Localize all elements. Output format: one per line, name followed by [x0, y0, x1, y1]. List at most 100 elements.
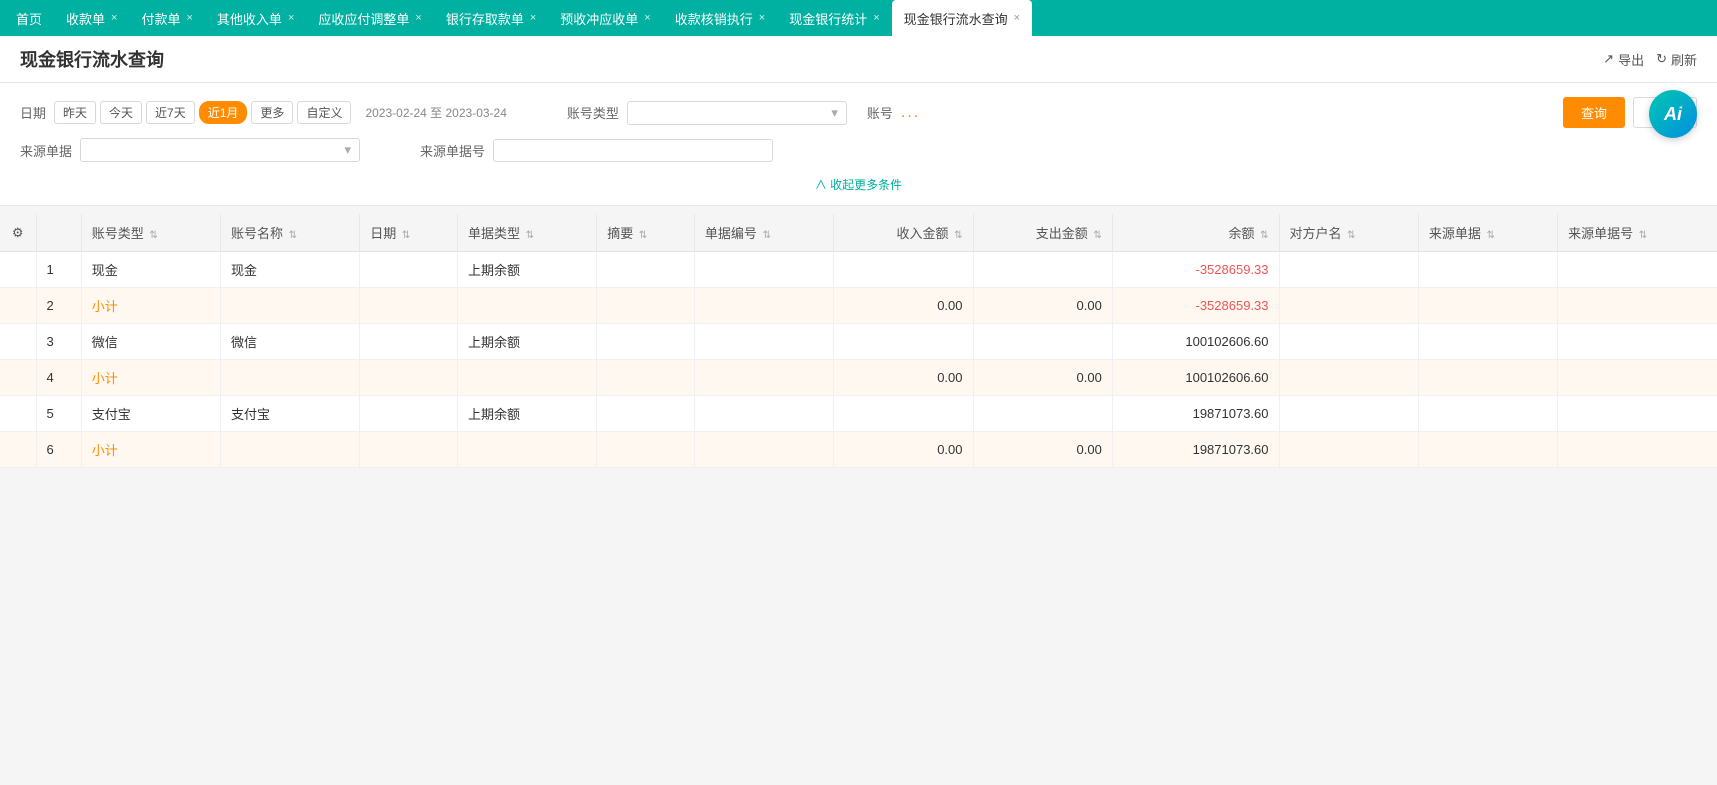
- collapse-bar[interactable]: ∧ 收起更多条件: [20, 172, 1697, 195]
- sort-summary-icon: ⇅: [639, 230, 647, 241]
- close-bank-flow-icon[interactable]: ×: [1014, 12, 1020, 24]
- cell-income: 0.00: [834, 360, 973, 396]
- cell-expense: 0.00: [973, 432, 1112, 468]
- filter-row-1: 日期 昨天 今天 近7天 近1月 更多 自定义 2023-02-24 至 202…: [20, 97, 1697, 128]
- account-dots-button[interactable]: ...: [901, 104, 920, 122]
- cell-doc-no: [694, 432, 833, 468]
- th-account-type[interactable]: 账号类型 ⇅: [81, 214, 220, 252]
- sort-account-name-icon: ⇅: [289, 230, 297, 241]
- close-payments-icon[interactable]: ×: [186, 12, 192, 24]
- cell-doc-type: 上期余额: [457, 396, 596, 432]
- close-receivable-adjust-icon[interactable]: ×: [415, 12, 421, 24]
- cell-doc-type: [457, 360, 596, 396]
- th-source-doc[interactable]: 来源单据 ⇅: [1418, 214, 1557, 252]
- th-income[interactable]: 收入金额 ⇅: [834, 214, 973, 252]
- cell-source-doc-no: [1558, 360, 1717, 396]
- date-btn-yesterday[interactable]: 昨天: [54, 101, 96, 124]
- sort-date-icon: ⇅: [402, 230, 410, 241]
- cell-idx: 2: [36, 288, 81, 324]
- table-row: 2 小计 0.00 0.00 -3528659.33: [0, 288, 1717, 324]
- sort-counterpart-icon: ⇅: [1347, 230, 1355, 241]
- cell-doc-type: [457, 288, 596, 324]
- nav-other-income[interactable]: 其他收入单 ×: [205, 0, 306, 36]
- account-label: 账号: [867, 103, 893, 122]
- cell-account-name: 现金: [220, 252, 359, 288]
- close-collection-verify-icon[interactable]: ×: [759, 12, 765, 24]
- cell-balance: 100102606.60: [1112, 324, 1279, 360]
- sort-balance-icon: ⇅: [1260, 230, 1268, 241]
- nav-payments[interactable]: 付款单 ×: [129, 0, 204, 36]
- date-btn-7days[interactable]: 近7天: [146, 101, 195, 124]
- nav-bank-deposit[interactable]: 银行存取款单 ×: [434, 0, 548, 36]
- cell-doc-type: 上期余额: [457, 324, 596, 360]
- nav-bank-stats[interactable]: 现金银行统计 ×: [777, 0, 891, 36]
- close-bank-stats-icon[interactable]: ×: [873, 12, 879, 24]
- cell-date: [360, 324, 458, 360]
- cell-account-type: 小计: [81, 360, 220, 396]
- cell-gear: [0, 252, 36, 288]
- date-filter-group: 日期 昨天 今天 近7天 近1月 更多 自定义 2023-02-24 至 202…: [20, 101, 507, 124]
- refresh-button[interactable]: ↻ 刷新: [1656, 50, 1697, 69]
- date-buttons: 昨天 今天 近7天 近1月 更多 自定义: [54, 101, 351, 124]
- nav-advance-offset[interactable]: 预收冲应收单 ×: [548, 0, 662, 36]
- cell-date: [360, 360, 458, 396]
- date-btn-custom[interactable]: 自定义: [297, 101, 351, 124]
- nav-home[interactable]: 首页: [4, 0, 54, 36]
- cell-account-name: 支付宝: [220, 396, 359, 432]
- th-account-name[interactable]: 账号名称 ⇅: [220, 214, 359, 252]
- table-row: 4 小计 0.00 0.00 100102606.60: [0, 360, 1717, 396]
- th-doc-type[interactable]: 单据类型 ⇅: [457, 214, 596, 252]
- cell-counterpart: [1279, 288, 1418, 324]
- cell-idx: 4: [36, 360, 81, 396]
- th-source-doc-no[interactable]: 来源单据号 ⇅: [1558, 214, 1717, 252]
- query-button[interactable]: 查询: [1563, 97, 1625, 128]
- export-button[interactable]: ↗ 导出: [1603, 50, 1644, 69]
- cell-doc-no: [694, 288, 833, 324]
- source-doc-no-input[interactable]: [493, 139, 773, 162]
- account-type-select[interactable]: ▾: [627, 101, 847, 125]
- close-other-income-icon[interactable]: ×: [288, 12, 294, 24]
- th-date[interactable]: 日期 ⇅: [360, 214, 458, 252]
- nav-bank-flow[interactable]: 现金银行流水查询 ×: [892, 0, 1032, 36]
- cell-income: 0.00: [834, 288, 973, 324]
- cell-doc-no: [694, 396, 833, 432]
- gear-icon[interactable]: ⚙: [12, 225, 24, 240]
- cell-expense: [973, 252, 1112, 288]
- th-idx: [36, 214, 81, 252]
- cell-income: [834, 252, 973, 288]
- data-table: ⚙ 账号类型 ⇅ 账号名称 ⇅ 日期 ⇅ 单据类型 ⇅: [0, 214, 1717, 468]
- source-doc-no-label: 来源单据号: [420, 141, 485, 160]
- account-type-label: 账号类型: [567, 103, 619, 122]
- th-summary[interactable]: 摘要 ⇅: [597, 214, 695, 252]
- th-expense[interactable]: 支出金额 ⇅: [973, 214, 1112, 252]
- th-balance[interactable]: 余额 ⇅: [1112, 214, 1279, 252]
- cell-source-doc-no: [1558, 324, 1717, 360]
- ai-assistant-button[interactable]: Ai: [1649, 90, 1697, 138]
- cell-gear: [0, 396, 36, 432]
- export-icon: ↗: [1603, 51, 1614, 67]
- close-advance-offset-icon[interactable]: ×: [644, 12, 650, 24]
- cell-expense: 0.00: [973, 360, 1112, 396]
- date-btn-more[interactable]: 更多: [251, 101, 293, 124]
- nav-collection-verify[interactable]: 收款核销执行 ×: [663, 0, 777, 36]
- cell-doc-no: [694, 324, 833, 360]
- date-btn-1month[interactable]: 近1月: [199, 101, 248, 124]
- cell-source-doc-no: [1558, 432, 1717, 468]
- cell-doc-no: [694, 360, 833, 396]
- account-filter-group: 账号 ...: [867, 103, 920, 122]
- nav-receipts[interactable]: 收款单 ×: [54, 0, 129, 36]
- th-gear[interactable]: ⚙: [0, 214, 36, 252]
- cell-source-doc-no: [1558, 252, 1717, 288]
- date-btn-today[interactable]: 今天: [100, 101, 142, 124]
- close-receipts-icon[interactable]: ×: [111, 12, 117, 24]
- close-bank-deposit-icon[interactable]: ×: [530, 12, 536, 24]
- cell-income: [834, 396, 973, 432]
- th-counterpart[interactable]: 对方户名 ⇅: [1279, 214, 1418, 252]
- cell-account-type: 微信: [81, 324, 220, 360]
- cell-gear: [0, 324, 36, 360]
- th-doc-no[interactable]: 单据编号 ⇅: [694, 214, 833, 252]
- nav-receivable-adjust[interactable]: 应收应付调整单 ×: [306, 0, 433, 36]
- cell-account-name: 微信: [220, 324, 359, 360]
- filter-area: 日期 昨天 今天 近7天 近1月 更多 自定义 2023-02-24 至 202…: [0, 83, 1717, 206]
- source-doc-select[interactable]: ▾: [80, 138, 360, 162]
